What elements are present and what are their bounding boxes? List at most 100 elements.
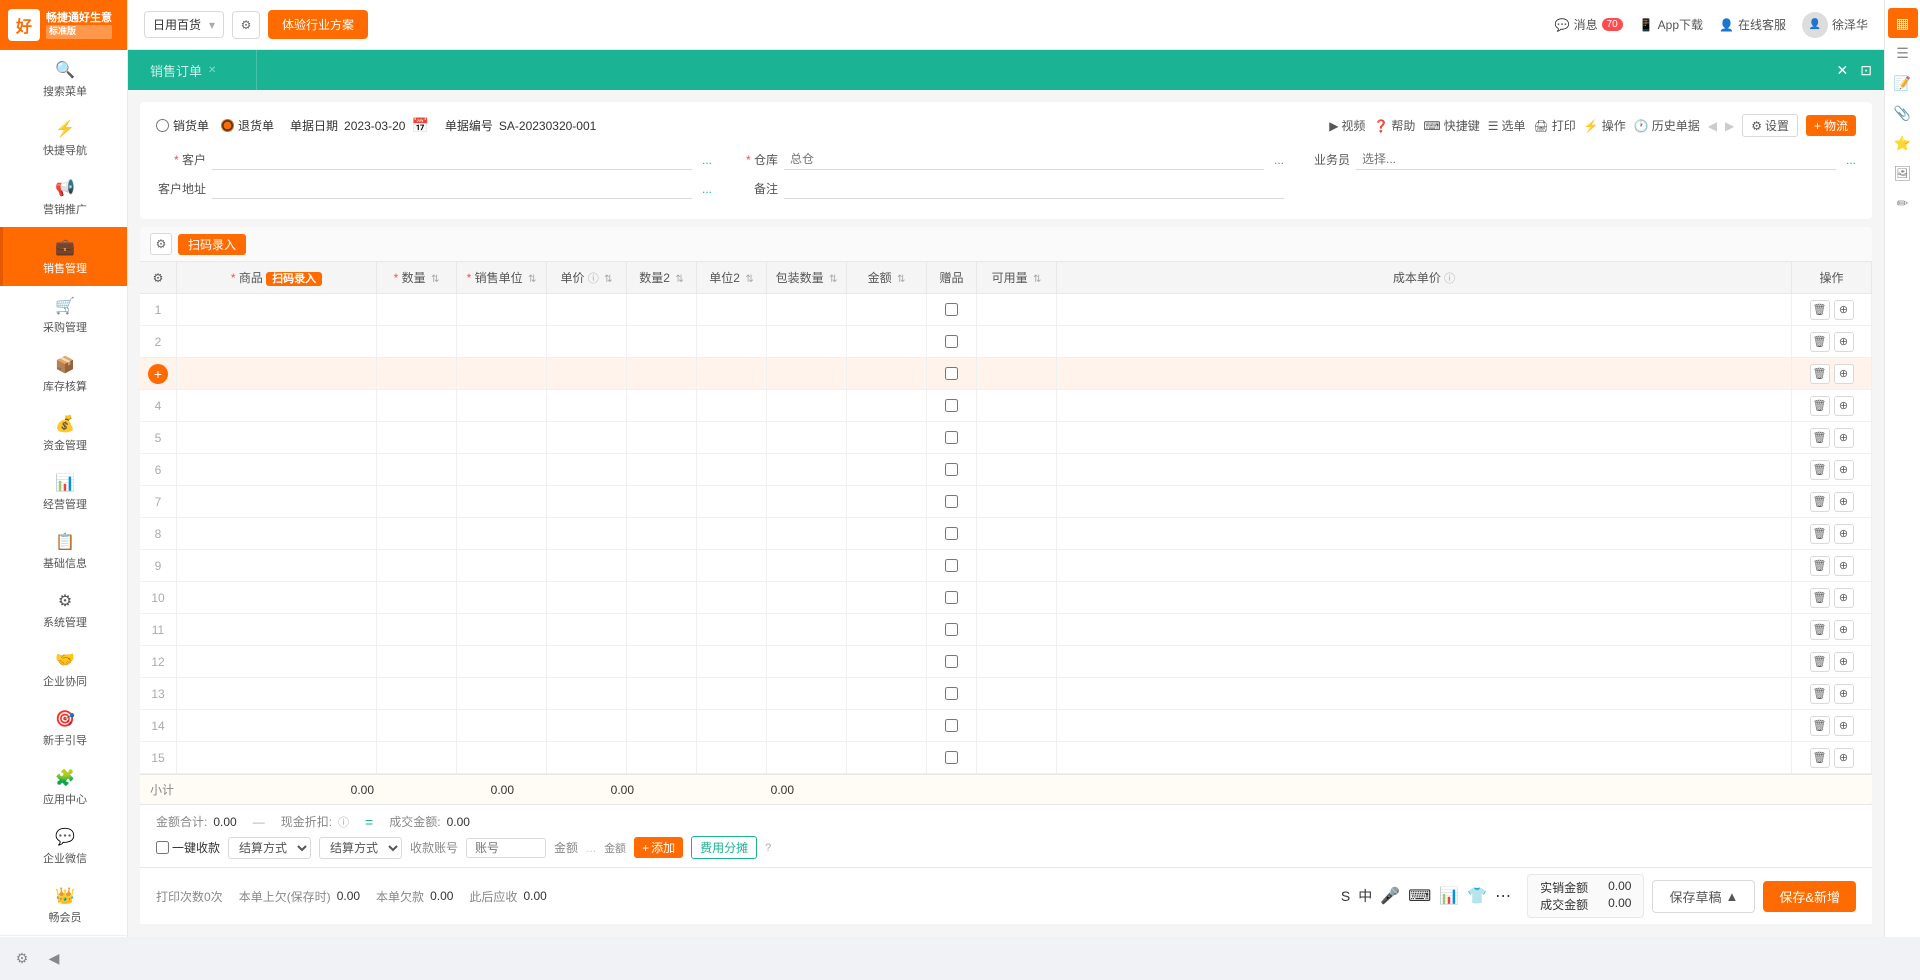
available-cell[interactable] <box>977 646 1057 678</box>
copy-row-btn[interactable]: ⊕ <box>1834 716 1854 736</box>
pack-qty-cell[interactable] <box>767 518 847 550</box>
delete-row-btn[interactable]: 🗑 <box>1810 396 1830 416</box>
close-tab-btn[interactable]: ✕ <box>1833 60 1853 81</box>
qty-cell[interactable] <box>377 550 457 582</box>
online-service-btn[interactable]: 👤 在线客服 <box>1719 16 1786 33</box>
delete-row-btn[interactable]: 🗑 <box>1810 428 1830 448</box>
sidebar-item-inventory[interactable]: 📦库存核算 <box>0 345 127 404</box>
pack-qty-cell[interactable] <box>767 422 847 454</box>
unit2-cell[interactable] <box>697 486 767 518</box>
sale-unit-cell[interactable] <box>457 390 547 422</box>
category-select[interactable]: 日用百货 ▾ <box>144 11 224 38</box>
amount-cell[interactable] <box>847 486 927 518</box>
sidebar-item-finance[interactable]: 💰资金管理 <box>0 404 127 463</box>
qty2-cell[interactable] <box>627 294 697 326</box>
radio-sale[interactable]: 销货单 <box>156 117 209 134</box>
amount-cell[interactable] <box>847 518 927 550</box>
scan-btn[interactable]: 扫码录入 <box>178 234 246 255</box>
sidebar-item-search[interactable]: 🔍搜索菜单 <box>0 50 127 109</box>
pack-qty-cell[interactable] <box>767 614 847 646</box>
tab-close-sale_order[interactable]: ✕ <box>208 65 216 76</box>
qty-cell[interactable] <box>377 422 457 454</box>
address-input[interactable] <box>212 178 692 199</box>
copy-row-btn[interactable]: ⊕ <box>1834 460 1854 480</box>
pack-qty-cell[interactable] <box>767 582 847 614</box>
copy-row-btn[interactable]: ⊕ <box>1834 588 1854 608</box>
copy-row-btn[interactable]: ⊕ <box>1834 428 1854 448</box>
amount-cell[interactable] <box>847 646 927 678</box>
goods-cell[interactable] <box>177 518 377 550</box>
sidebar-item-basic[interactable]: 📋基础信息 <box>0 522 127 581</box>
copy-row-btn[interactable]: ⊕ <box>1834 364 1854 384</box>
amount-cell[interactable] <box>847 294 927 326</box>
unit-price-cell[interactable] <box>547 422 627 454</box>
unit2-cell[interactable] <box>697 614 767 646</box>
demo-btn[interactable]: 体验行业方案 <box>268 10 368 39</box>
goods-cell[interactable] <box>177 614 377 646</box>
help-btn[interactable]: ❓ 帮助 <box>1373 117 1415 134</box>
calendar-icon[interactable]: 📅 <box>411 117 428 134</box>
qty-cell[interactable] <box>377 614 457 646</box>
mic-icon[interactable]: 🎤 <box>1380 886 1400 906</box>
sale-unit-cell[interactable] <box>457 614 547 646</box>
goods-cell[interactable] <box>177 454 377 486</box>
available-cell[interactable] <box>977 678 1057 710</box>
add-fee-btn[interactable]: + 添加 <box>634 837 683 858</box>
unit2-cell[interactable] <box>697 422 767 454</box>
qty-cell[interactable] <box>377 454 457 486</box>
pack-qty-cell[interactable] <box>767 742 847 774</box>
available-cell[interactable] <box>977 742 1057 774</box>
delete-row-btn[interactable]: 🗑 <box>1810 332 1830 352</box>
pack-qty-cell[interactable] <box>767 358 847 390</box>
qty2-cell[interactable] <box>627 486 697 518</box>
amount-cell[interactable] <box>847 678 927 710</box>
unit2-cell[interactable] <box>697 518 767 550</box>
message-btn[interactable]: 💬 消息 70 <box>1555 16 1623 33</box>
goods-cell[interactable] <box>177 710 377 742</box>
save-draft-btn[interactable]: 保存草稿 ▲ <box>1652 880 1755 913</box>
cost-price-cell[interactable] <box>1057 582 1792 614</box>
unit2-cell[interactable] <box>697 358 767 390</box>
sidebar-item-marketing[interactable]: 📢营销推广 <box>0 168 127 227</box>
pack-qty-cell[interactable] <box>767 294 847 326</box>
unit-price-cell[interactable] <box>547 358 627 390</box>
remark-input[interactable] <box>784 178 1284 199</box>
sale-unit-cell[interactable] <box>457 294 547 326</box>
cost-price-cell[interactable] <box>1057 646 1792 678</box>
account-input[interactable] <box>466 838 546 858</box>
cost-price-cell[interactable] <box>1057 358 1792 390</box>
goods-cell[interactable] <box>177 486 377 518</box>
delete-row-btn[interactable]: 🗑 <box>1810 300 1830 320</box>
qty-cell[interactable] <box>377 710 457 742</box>
copy-row-btn[interactable]: ⊕ <box>1834 652 1854 672</box>
sidebar-item-corp[interactable]: 🤝企业协同 <box>0 640 127 699</box>
sale-unit-cell[interactable] <box>457 358 547 390</box>
sidebar-item-apps[interactable]: 🧩应用中心 <box>0 758 127 817</box>
cost-price-cell[interactable] <box>1057 614 1792 646</box>
unit2-cell[interactable] <box>697 550 767 582</box>
amount-cell[interactable] <box>847 614 927 646</box>
amount-cell[interactable] <box>847 390 927 422</box>
goods-cell[interactable] <box>177 358 377 390</box>
unit-price-cell[interactable] <box>547 710 627 742</box>
cost-price-cell[interactable] <box>1057 486 1792 518</box>
available-cell[interactable] <box>977 518 1057 550</box>
delete-row-btn[interactable]: 🗑 <box>1810 524 1830 544</box>
qty-cell[interactable] <box>377 390 457 422</box>
user-menu[interactable]: 👤 徐泽华 <box>1802 12 1868 38</box>
select-btn[interactable]: ☰ 选单 <box>1488 117 1526 134</box>
maximize-btn[interactable]: ⊡ <box>1856 60 1876 81</box>
right-panel-btn-note[interactable]: 📝 <box>1888 68 1918 98</box>
delete-row-btn[interactable]: 🗑 <box>1810 588 1830 608</box>
qty-cell[interactable] <box>377 326 457 358</box>
topbar-settings-btn[interactable]: ⚙ <box>232 11 260 39</box>
settings-btn[interactable]: ⚙ 设置 <box>1742 114 1798 137</box>
salesperson-select-btn[interactable]: ... <box>1846 153 1856 167</box>
qty-cell[interactable] <box>377 742 457 774</box>
qty2-cell[interactable] <box>627 550 697 582</box>
goods-cell[interactable] <box>177 326 377 358</box>
cost-price-cell[interactable] <box>1057 678 1792 710</box>
customer-input[interactable] <box>212 149 692 170</box>
shortcut-btn[interactable]: ⌨ 快捷键 <box>1423 117 1479 134</box>
tab-sale_order[interactable]: 销售订单✕ <box>136 50 257 90</box>
